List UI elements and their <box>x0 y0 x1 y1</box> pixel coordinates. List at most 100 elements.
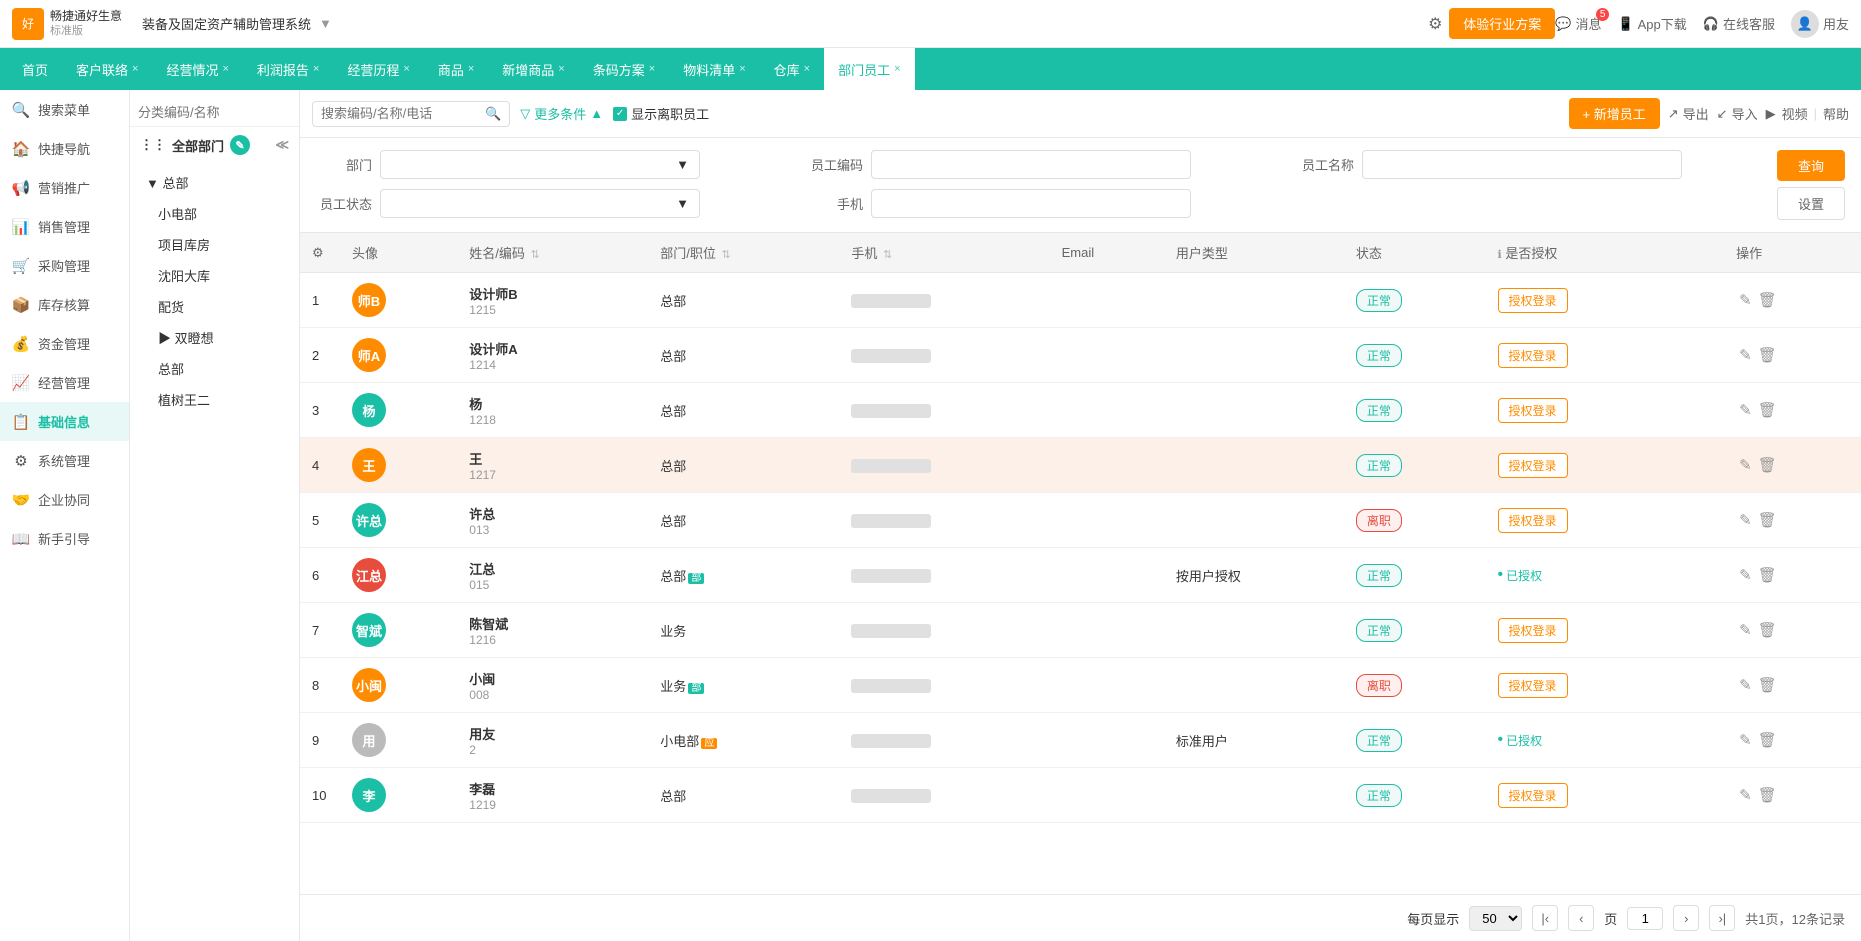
dept-tree-item[interactable]: 小电部 <box>130 198 299 229</box>
sidebar-menu-item[interactable]: 📦库存核算 <box>0 285 129 324</box>
row-name[interactable]: 设计师B1215 <box>457 273 648 328</box>
delete-icon[interactable]: 🗑 <box>1758 622 1777 639</box>
delete-icon[interactable]: 🗑 <box>1758 292 1777 309</box>
auth-btn[interactable]: 授权登录 <box>1498 453 1568 478</box>
filter-emp-name-input[interactable] <box>1362 150 1682 179</box>
search-icon[interactable]: 🔍 <box>485 106 501 122</box>
dept-tree-item[interactable]: 植树王二 <box>130 384 299 415</box>
dept-edit-btn[interactable]: ✎ <box>230 135 250 155</box>
export-btn[interactable]: ↗ 导出 <box>1668 104 1709 123</box>
delete-icon[interactable]: 🗑 <box>1758 732 1777 749</box>
col-phone[interactable]: 手机 ⇅ <box>839 233 1049 273</box>
nav-item[interactable]: 客户联络× <box>62 48 152 90</box>
dept-tree-item[interactable]: 沈阳大库 <box>130 260 299 291</box>
row-name[interactable]: 杨1218 <box>457 383 648 438</box>
edit-icon[interactable]: ✎ <box>1739 292 1752 309</box>
nav-item[interactable]: 部门员工× <box>824 48 914 90</box>
col-name[interactable]: 姓名/编码 ⇅ <box>457 233 648 273</box>
nav-item[interactable]: 仓库× <box>760 48 824 90</box>
row-auth[interactable]: 授权登录 <box>1486 493 1676 548</box>
col-dept[interactable]: 部门/职位 ⇅ <box>648 233 839 273</box>
edit-icon[interactable]: ✎ <box>1739 457 1752 474</box>
set-button[interactable]: 设置 <box>1777 187 1845 220</box>
user-menu[interactable]: 👤 用友 <box>1791 10 1849 38</box>
dept-search-input[interactable] <box>138 105 314 120</box>
auth-btn[interactable]: 授权登录 <box>1498 618 1568 643</box>
row-auth[interactable]: 授权登录 <box>1486 328 1676 383</box>
row-auth[interactable]: 授权登录 <box>1486 658 1676 713</box>
sidebar-menu-item[interactable]: 📊销售管理 <box>0 207 129 246</box>
col-auth[interactable]: ℹ 是否授权 <box>1486 233 1676 273</box>
row-name[interactable]: 小闽008 <box>457 658 648 713</box>
row-name[interactable]: 设计师A1214 <box>457 328 648 383</box>
sidebar-menu-item[interactable]: 🏠快捷导航 <box>0 129 129 168</box>
page-prev-btn[interactable]: ‹ <box>1568 905 1594 931</box>
import-btn[interactable]: ↙ 导入 <box>1717 104 1758 123</box>
page-input[interactable] <box>1627 907 1663 930</box>
auth-btn[interactable]: 授权登录 <box>1498 398 1568 423</box>
auth-btn[interactable]: 授权登录 <box>1498 673 1568 698</box>
row-auth[interactable]: 授权登录 <box>1486 438 1676 493</box>
row-name[interactable]: 用友2 <box>457 713 648 768</box>
edit-icon[interactable]: ✎ <box>1739 567 1752 584</box>
page-next-btn[interactable]: › <box>1673 905 1699 931</box>
edit-icon[interactable]: ✎ <box>1739 677 1752 694</box>
nav-item[interactable]: 经营情况× <box>152 48 242 90</box>
filter-btn[interactable]: ▽ 更多条件 ▲ <box>520 104 603 123</box>
dept-tree-item[interactable]: 配货 <box>130 291 299 322</box>
row-auth[interactable]: 授权登录 <box>1486 603 1676 658</box>
dept-tree-item[interactable]: ▶ 双瞪想 <box>130 322 299 353</box>
dept-tree-item[interactable]: 项目库房 <box>130 229 299 260</box>
view-btns[interactable]: ▶ 视频 | 帮助 <box>1766 104 1849 123</box>
dept-collapse-btn[interactable]: ≪ <box>275 137 289 153</box>
online-service-btn[interactable]: 🎧 在线客服 <box>1703 14 1775 33</box>
page-size-select[interactable]: 50 <box>1469 906 1522 931</box>
nav-item[interactable]: 经营历程× <box>333 48 423 90</box>
filter-dept-select[interactable]: ▼ <box>380 150 700 179</box>
add-employee-button[interactable]: + 新增员工 <box>1569 98 1660 129</box>
row-auth[interactable]: 授权登录 <box>1486 383 1676 438</box>
sidebar-menu-item[interactable]: 💰资金管理 <box>0 324 129 363</box>
delete-icon[interactable]: 🗑 <box>1758 457 1777 474</box>
auth-btn[interactable]: 授权登录 <box>1498 783 1568 808</box>
delete-icon[interactable]: 🗑 <box>1758 787 1777 804</box>
settings-icon[interactable]: ⚙ <box>1421 10 1449 38</box>
nav-item[interactable]: 利润报告× <box>243 48 333 90</box>
show-resigned-toggle[interactable]: ✓ 显示离职员工 <box>613 104 709 123</box>
system-title-dropdown[interactable]: ▼ <box>319 16 332 31</box>
delete-icon[interactable]: 🗑 <box>1758 567 1777 584</box>
edit-icon[interactable]: ✎ <box>1739 402 1752 419</box>
sidebar-menu-item[interactable]: 🤝企业协同 <box>0 480 129 519</box>
edit-icon[interactable]: ✎ <box>1739 512 1752 529</box>
app-download-btn[interactable]: 📱 App下载 <box>1617 14 1686 33</box>
delete-icon[interactable]: 🗑 <box>1758 347 1777 364</box>
auth-btn[interactable]: 授权登录 <box>1498 508 1568 533</box>
row-name[interactable]: 李磊1219 <box>457 768 648 823</box>
edit-icon[interactable]: ✎ <box>1739 347 1752 364</box>
page-last-btn[interactable]: ›| <box>1709 905 1735 931</box>
dept-tree-item[interactable]: ▼ 总部 <box>130 167 299 198</box>
filter-emp-status-select[interactable]: ▼ <box>380 189 700 218</box>
sidebar-menu-item[interactable]: 🛒采购管理 <box>0 246 129 285</box>
sidebar-menu-item[interactable]: 📢营销推广 <box>0 168 129 207</box>
nav-item[interactable]: 条码方案× <box>579 48 669 90</box>
nav-item[interactable]: 首页 <box>8 48 62 90</box>
row-name[interactable]: 陈智斌1216 <box>457 603 648 658</box>
query-button[interactable]: 查询 <box>1777 150 1845 181</box>
row-name[interactable]: 许总013 <box>457 493 648 548</box>
delete-icon[interactable]: 🗑 <box>1758 677 1777 694</box>
page-first-btn[interactable]: |‹ <box>1532 905 1558 931</box>
row-name[interactable]: 江总015 <box>457 548 648 603</box>
delete-icon[interactable]: 🗑 <box>1758 402 1777 419</box>
trial-button[interactable]: 体验行业方案 <box>1449 8 1555 39</box>
auth-btn[interactable]: 授权登录 <box>1498 343 1568 368</box>
row-auth[interactable]: 授权登录 <box>1486 273 1676 328</box>
sidebar-menu-item[interactable]: 🔍搜索菜单 <box>0 90 129 129</box>
show-resigned-checkbox[interactable]: ✓ <box>613 107 627 121</box>
row-auth[interactable]: 授权登录 <box>1486 768 1676 823</box>
filter-phone-input[interactable] <box>871 189 1191 218</box>
sidebar-menu-item[interactable]: ⚙系统管理 <box>0 441 129 480</box>
edit-icon[interactable]: ✎ <box>1739 622 1752 639</box>
filter-emp-code-input[interactable] <box>871 150 1191 179</box>
nav-item[interactable]: 物料清单× <box>669 48 759 90</box>
